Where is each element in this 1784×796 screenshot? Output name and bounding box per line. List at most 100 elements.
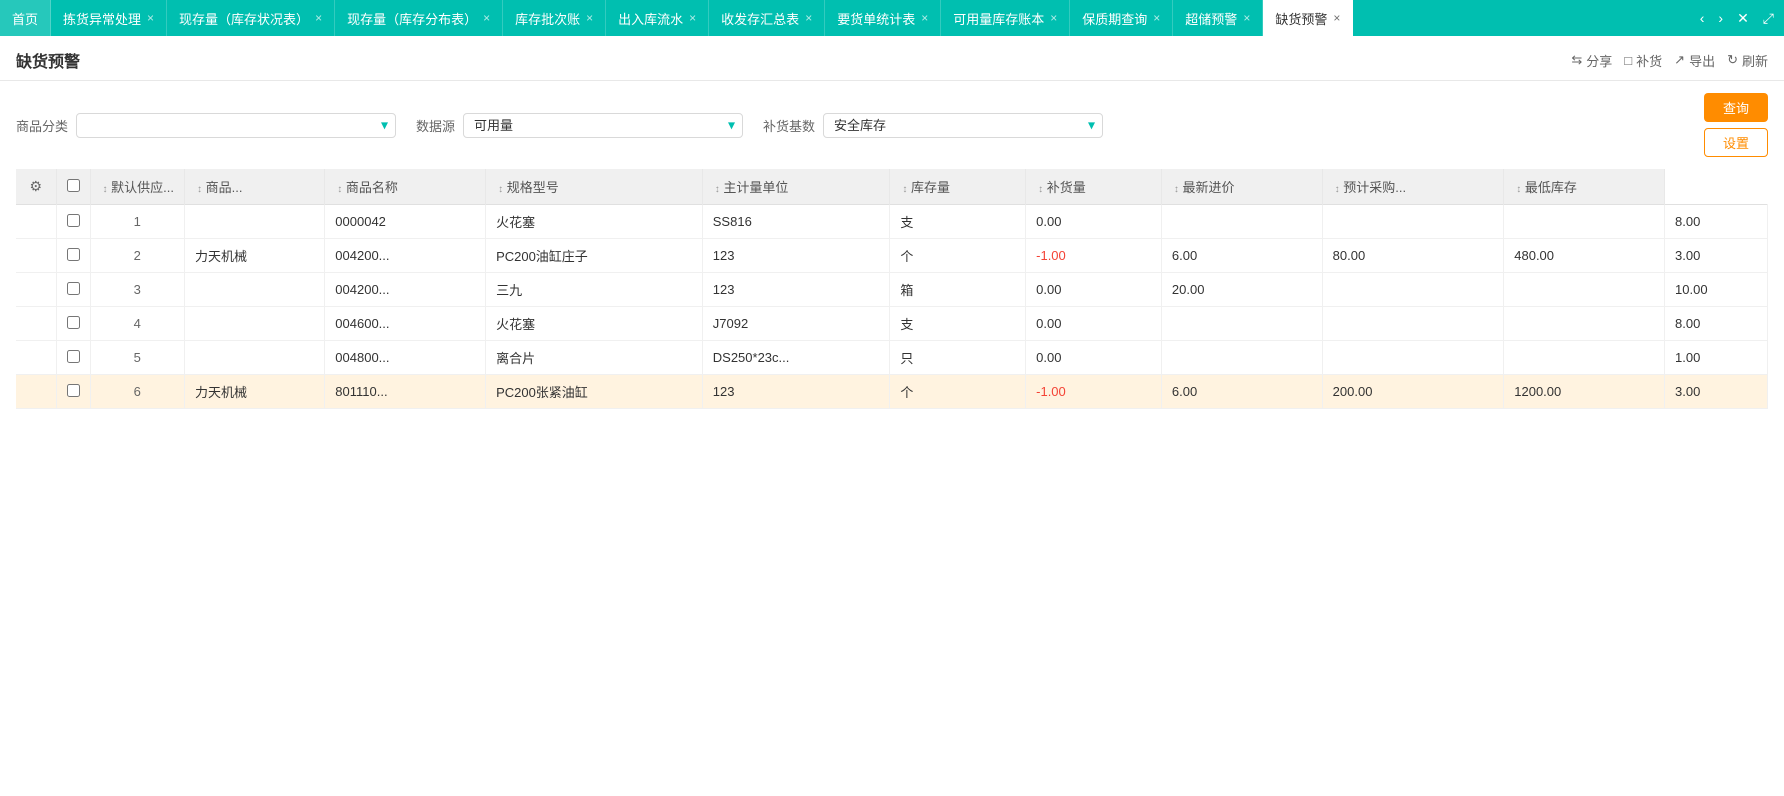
nav-tab-flow[interactable]: 出入库流水× (606, 0, 709, 36)
replenish-base-filter: 补货基数 安全库存 (763, 113, 1103, 138)
row-checkbox[interactable] (67, 214, 80, 227)
nav-tab-inventory-status[interactable]: 现存量（库存状况表）× (167, 0, 335, 36)
datasource-select-wrapper: 可用量 (463, 113, 743, 138)
nav-close-button[interactable]: ✕ (1731, 8, 1755, 29)
nav-tab-label-shortage: 缺货预警 (1275, 9, 1327, 28)
nav-next-button[interactable]: › (1712, 8, 1729, 28)
nav-tab-inventory-dist[interactable]: 现存量（库存分布表） × (335, 0, 503, 36)
col-replenish-header: ↕ 补货量 (1026, 169, 1162, 205)
nav-tab-close-overstock[interactable]: × (1243, 11, 1250, 25)
row-gear-cell (16, 375, 56, 409)
row-cell-min_stock: 8.00 (1665, 307, 1768, 341)
col-unit-header: ↕ 主计量单位 (702, 169, 890, 205)
nav-tab-batch[interactable]: 库存批次账× (503, 0, 606, 36)
row-checkbox[interactable] (67, 248, 80, 261)
row-gear-cell (16, 239, 56, 273)
row-cell-product_name: 三九 (486, 273, 703, 307)
row-cell-product_name: PC200油缸庄子 (486, 239, 703, 273)
row-checkbox-cell (56, 341, 90, 375)
row-cell-latest_price: 80.00 (1322, 239, 1504, 273)
row-cell-min_stock: 10.00 (1665, 273, 1768, 307)
share-icon: ⇆ (1571, 52, 1582, 68)
row-cell-est_purchase (1504, 307, 1665, 341)
settings-button[interactable]: 设置 (1704, 128, 1768, 157)
nav-tab-exception[interactable]: 拣货异常处理× (51, 0, 167, 36)
row-cell-replenish (1161, 205, 1322, 239)
category-select[interactable] (76, 113, 396, 138)
row-cell-supplier (184, 307, 324, 341)
export-icon: ↗ (1674, 52, 1685, 68)
row-cell-latest_price (1322, 205, 1504, 239)
row-cell-product_code: 004800... (325, 341, 486, 375)
nav-prev-button[interactable]: ‹ (1694, 8, 1711, 28)
sort-icon: ↕ (902, 184, 907, 195)
nav-tab-close-order-stat[interactable]: × (921, 11, 928, 25)
nav-tab-close-batch[interactable]: × (586, 11, 593, 25)
refresh-button[interactable]: ↻ 刷新 (1727, 51, 1768, 70)
row-cell-spec: SS816 (702, 205, 890, 239)
nav-tab-order-stat[interactable]: 要货单统计表× (825, 0, 941, 36)
row-checkbox[interactable] (67, 282, 80, 295)
nav-tab-close-inventory-status[interactable]: × (315, 11, 322, 25)
row-cell-stock: 0.00 (1026, 307, 1162, 341)
nav-tab-label-home: 首页 (12, 9, 38, 28)
gear-icon[interactable]: ⚙ (29, 178, 42, 194)
nav-tab-close-expiry[interactable]: × (1153, 11, 1160, 25)
row-gear-cell (16, 205, 56, 239)
row-cell-supplier: 力天机械 (184, 375, 324, 409)
row-cell-stock: 0.00 (1026, 273, 1162, 307)
datasource-label: 数据源 (416, 116, 455, 135)
row-checkbox[interactable] (67, 350, 80, 363)
share-button[interactable]: ⇆ 分享 (1571, 51, 1612, 70)
nav-tab-close-inventory-dist[interactable]: × (483, 11, 490, 25)
table-row: 10000042火花塞SS816支0.008.00 (16, 205, 1768, 239)
row-cell-unit: 支 (890, 205, 1026, 239)
replenish-button[interactable]: □ 补货 (1624, 51, 1662, 70)
nav-tab-close-collect[interactable]: × (805, 11, 812, 25)
nav-tab-expiry[interactable]: 保质期查询× (1070, 0, 1173, 36)
col-spec-header: ↕ 规格型号 (486, 169, 703, 205)
table-row: 4004600...火花塞J7092支0.008.00 (16, 307, 1768, 341)
row-checkbox[interactable] (67, 316, 80, 329)
page-header: 缺货预警 ⇆ 分享 □ 补货 ↗ 导出 ↻ 刷新 (0, 36, 1784, 81)
row-cell-latest_price (1322, 307, 1504, 341)
nav-tab-close-available[interactable]: × (1050, 11, 1057, 25)
nav-arrows: ‹ › ✕ ⤢ (1690, 8, 1784, 29)
nav-expand-button[interactable]: ⤢ (1757, 8, 1780, 29)
row-number: 4 (90, 307, 184, 341)
nav-tab-overstock[interactable]: 超储预警× (1173, 0, 1263, 36)
datasource-select[interactable]: 可用量 (463, 113, 743, 138)
query-button[interactable]: 查询 (1704, 93, 1768, 122)
nav-tab-collect[interactable]: 收发存汇总表× (709, 0, 825, 36)
nav-tab-close-flow[interactable]: × (689, 11, 696, 25)
export-button[interactable]: ↗ 导出 (1674, 51, 1715, 70)
row-cell-min_stock: 8.00 (1665, 205, 1768, 239)
select-all-checkbox[interactable] (67, 179, 80, 192)
row-cell-replenish: 6.00 (1161, 375, 1322, 409)
data-table: ⚙ ↕ 默认供应... ↕ 商品... ↕ 商品名称 (16, 169, 1768, 409)
nav-tab-close-shortage[interactable]: × (1333, 11, 1340, 25)
row-checkbox-cell (56, 239, 90, 273)
row-checkbox-cell (56, 273, 90, 307)
nav-tab-home[interactable]: 首页 (0, 0, 51, 36)
row-number: 1 (90, 205, 184, 239)
col-est-purchase-header: ↕ 预计采购... (1322, 169, 1504, 205)
row-cell-unit: 只 (890, 341, 1026, 375)
table-container: ⚙ ↕ 默认供应... ↕ 商品... ↕ 商品名称 (0, 169, 1784, 409)
row-cell-product_code: 004200... (325, 239, 486, 273)
nav-tab-available[interactable]: 可用量库存账本× (941, 0, 1070, 36)
row-cell-product_code: 004200... (325, 273, 486, 307)
nav-tab-label-inventory-dist: 现存量（库存分布表） (347, 9, 477, 28)
nav-tab-close-exception[interactable]: × (147, 11, 154, 25)
replenish-base-select[interactable]: 安全库存 (823, 113, 1103, 138)
row-cell-spec: 123 (702, 375, 890, 409)
row-cell-supplier (184, 273, 324, 307)
row-cell-replenish: 6.00 (1161, 239, 1322, 273)
row-cell-latest_price (1322, 341, 1504, 375)
row-cell-supplier: 力天机械 (184, 239, 324, 273)
row-checkbox[interactable] (67, 384, 80, 397)
row-cell-latest_price (1322, 273, 1504, 307)
nav-tab-shortage[interactable]: 缺货预警 × (1263, 0, 1353, 36)
col-latest-price-header: ↕ 最新进价 (1161, 169, 1322, 205)
row-gear-cell (16, 273, 56, 307)
